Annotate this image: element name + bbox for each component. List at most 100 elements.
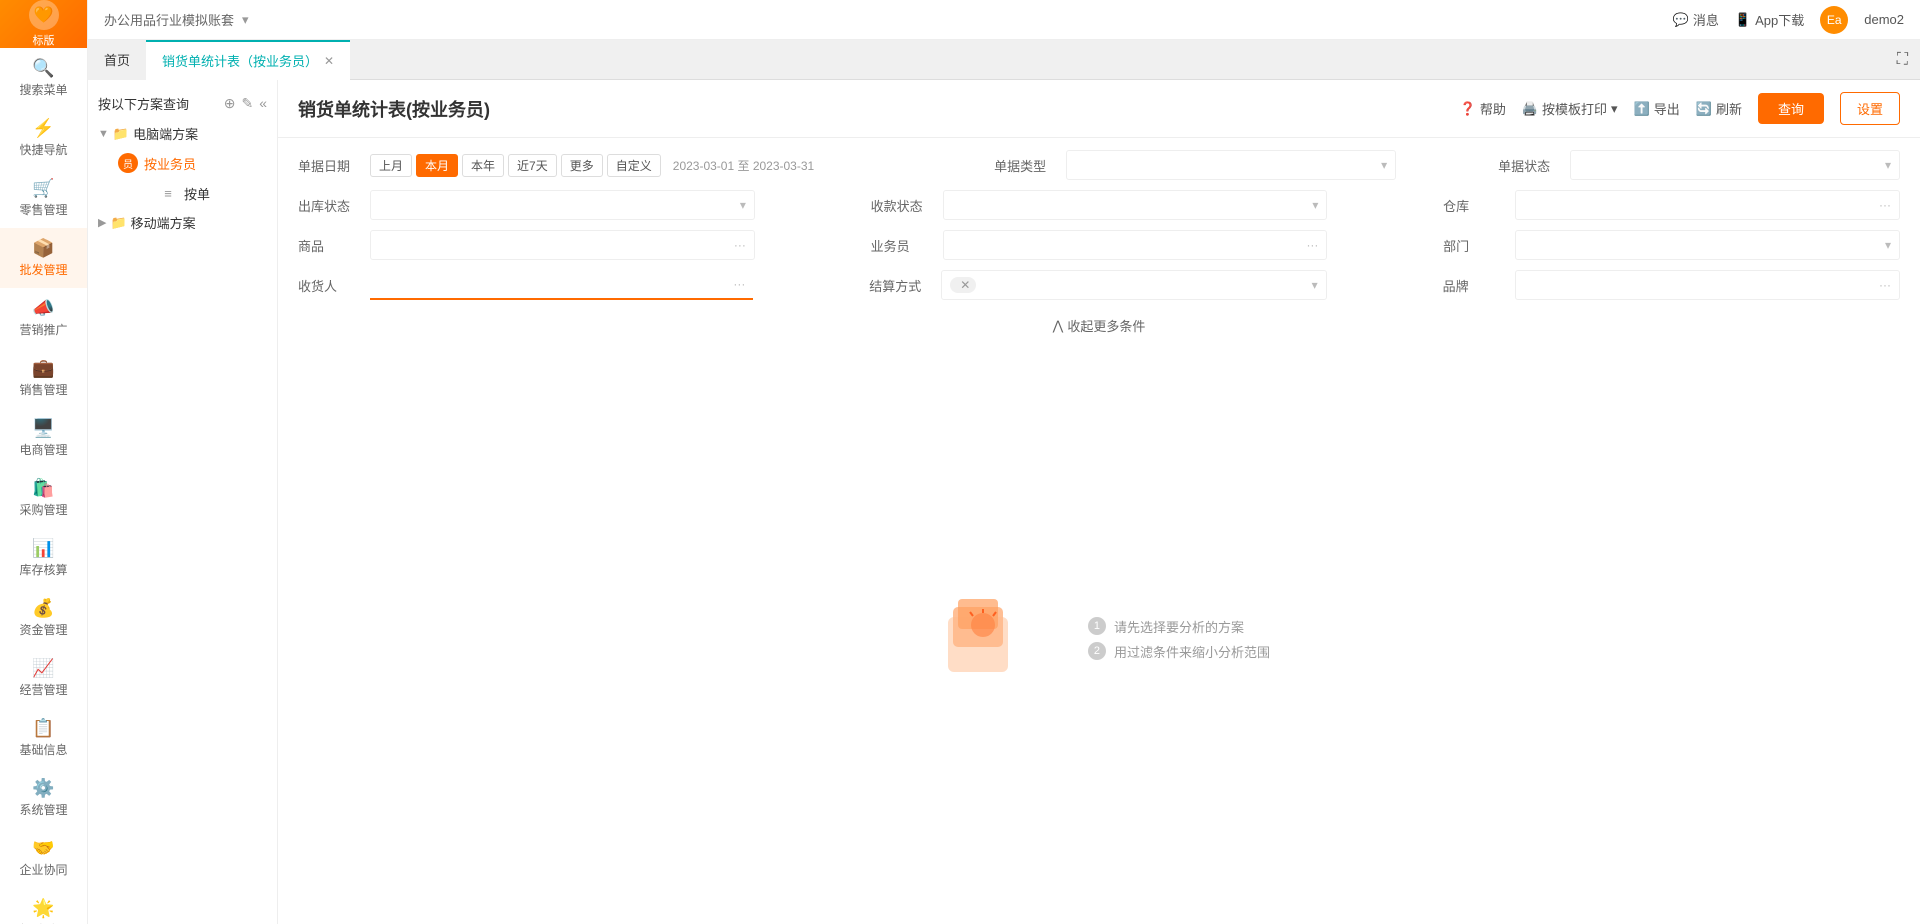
dept-field[interactable]: ▾ bbox=[1515, 230, 1900, 260]
logo-icon: 🧡 bbox=[29, 0, 59, 30]
sidebar-item-label: 经营管理 bbox=[19, 683, 67, 697]
search-icon: 🔍 bbox=[4, 58, 83, 79]
sidebar-item-purchase[interactable]: 🛍️ 采购管理 bbox=[0, 468, 87, 528]
help-button[interactable]: ❓ 帮助 bbox=[1460, 99, 1506, 118]
header-left: 办公用品行业模拟账套 ▾ bbox=[104, 10, 249, 29]
receiver-field[interactable]: ··· bbox=[370, 270, 753, 300]
tab-close-button[interactable]: ✕ bbox=[324, 54, 334, 68]
help-icon: ❓ bbox=[1460, 101, 1476, 117]
empty-hint-1: 1 请先选择要分析的方案 bbox=[1088, 617, 1270, 636]
date-btn-more[interactable]: 更多 bbox=[561, 154, 603, 177]
sidebar-item-wholesale[interactable]: 📦 批发管理 bbox=[0, 228, 87, 288]
stock-status-field[interactable]: ▾ bbox=[370, 190, 755, 220]
tab-sales-stats[interactable]: 销货单统计表（按业务员） ✕ bbox=[146, 40, 350, 80]
tree-item-mobile[interactable]: ▶ 📁 移动端方案 bbox=[88, 208, 277, 237]
tree-item-desktop[interactable]: ▼ 📁 电脑端方案 bbox=[88, 119, 277, 148]
quicknav-icon: ⚡ bbox=[4, 118, 83, 139]
sidebar: 🧡 标版 🔍 搜索菜单 ⚡ 快捷导航 🛒 零售管理 📦 批发管理 📣 营销推广 … bbox=[0, 0, 88, 924]
tab-home[interactable]: 首页 bbox=[88, 40, 146, 80]
date-btn-last-month[interactable]: 上月 bbox=[370, 154, 412, 177]
receiver-label: 收货人 bbox=[298, 276, 358, 295]
payment-field[interactable]: ✕ ▾ bbox=[941, 270, 1326, 300]
sidebar-item-basic[interactable]: 📋 基础信息 bbox=[0, 708, 87, 768]
payment-tag-close[interactable]: ✕ bbox=[960, 278, 970, 292]
operations-icon: 📈 bbox=[4, 658, 83, 679]
date-btn-7days[interactable]: 近7天 bbox=[508, 154, 557, 177]
filter-row-4: 收货人 ··· 结算方式 ✕ ▾ 品牌 bbox=[298, 270, 1900, 300]
sidebar-item-newbie[interactable]: 🌟 新手引导 bbox=[0, 888, 87, 924]
collapse-button[interactable]: ⋀ 收起更多条件 bbox=[298, 310, 1900, 341]
sidebar-item-label: 销售管理 bbox=[19, 383, 67, 397]
sidebar-item-enterprise[interactable]: 🤝 企业协同 bbox=[0, 828, 87, 888]
sidebar-item-finance[interactable]: 💰 资金管理 bbox=[0, 588, 87, 648]
marketing-icon: 📣 bbox=[4, 298, 83, 319]
doc-type-field[interactable]: ▾ bbox=[1066, 150, 1396, 180]
export-button[interactable]: ⬆️ 导出 bbox=[1634, 99, 1680, 118]
sidebar-item-label: 营销推广 bbox=[19, 323, 67, 337]
sidebar-item-quicknav[interactable]: ⚡ 快捷导航 bbox=[0, 108, 87, 168]
sidebar-item-sales[interactable]: 💼 销售管理 bbox=[0, 348, 87, 408]
tab-sales-stats-label: 销货单统计表（按业务员） bbox=[162, 51, 318, 70]
app-logo: 🧡 标版 bbox=[0, 0, 88, 48]
settings-button[interactable]: 设置 bbox=[1840, 92, 1900, 125]
main-area: 办公用品行业模拟账套 ▾ 💬 消息 📱 App下载 Ea demo2 首页 销货… bbox=[88, 0, 1920, 924]
empty-hint-1-text: 请先选择要分析的方案 bbox=[1114, 617, 1244, 636]
warehouse-label: 仓库 bbox=[1443, 196, 1503, 215]
left-panel-header: 按以下方案查询 ⊕ ✎ « bbox=[88, 88, 277, 119]
sidebar-item-label: 系统管理 bbox=[19, 803, 67, 817]
collect-status-label: 收款状态 bbox=[871, 196, 931, 215]
left-panel: 按以下方案查询 ⊕ ✎ « ▼ 📁 电脑端方案 员 按业务员 bbox=[88, 80, 278, 924]
payment-label: 结算方式 bbox=[869, 276, 929, 295]
dropdown-icon[interactable]: ▾ bbox=[242, 12, 249, 28]
refresh-button[interactable]: 🔄 刷新 bbox=[1696, 99, 1742, 118]
sidebar-item-marketing[interactable]: 📣 营销推广 bbox=[0, 288, 87, 348]
app-download-button[interactable]: 📱 App下载 bbox=[1735, 10, 1804, 29]
date-btn-custom[interactable]: 自定义 bbox=[607, 154, 661, 177]
folder-icon-mobile: 📁 bbox=[110, 215, 126, 231]
sidebar-item-search[interactable]: 🔍 搜索菜单 bbox=[0, 48, 87, 108]
sidebar-item-system[interactable]: ⚙️ 系统管理 bbox=[0, 768, 87, 828]
product-label: 商品 bbox=[298, 236, 358, 255]
template-print-button[interactable]: 🖨️ 按模板打印 ▾ bbox=[1522, 99, 1618, 118]
account-name: 办公用品行业模拟账套 bbox=[104, 10, 234, 29]
stock-status-label: 出库状态 bbox=[298, 196, 358, 215]
user-avatar[interactable]: Ea bbox=[1820, 6, 1848, 34]
sidebar-item-inventory[interactable]: 📊 库存核算 bbox=[0, 528, 87, 588]
page-actions: ❓ 帮助 🖨️ 按模板打印 ▾ ⬆️ 导出 🔄 刷新 bbox=[1460, 92, 1900, 137]
edit-scheme-button[interactable]: ✎ bbox=[241, 95, 253, 112]
message-button[interactable]: 💬 消息 bbox=[1673, 10, 1719, 29]
tree-sub-item-salesperson[interactable]: 员 按业务员 bbox=[108, 148, 277, 178]
add-scheme-button[interactable]: ⊕ bbox=[224, 95, 236, 112]
sidebar-item-operations[interactable]: 📈 经营管理 bbox=[0, 648, 87, 708]
doc-type-label: 单据类型 bbox=[994, 156, 1054, 175]
tree-item-mobile-label: 移动端方案 bbox=[131, 213, 196, 232]
product-field[interactable]: ··· bbox=[370, 230, 755, 260]
salesperson-field[interactable]: ··· bbox=[943, 230, 1328, 260]
tab-expand-button[interactable]: ⛶ bbox=[1885, 51, 1920, 69]
sidebar-item-label: 企业协同 bbox=[19, 863, 67, 877]
orange-dot-icon: 员 bbox=[118, 153, 138, 173]
filter-row-3: 商品 ··· 业务员 ··· 部门 ▾ bbox=[298, 230, 1900, 260]
content-area: 按以下方案查询 ⊕ ✎ « ▼ 📁 电脑端方案 员 按业务员 bbox=[88, 80, 1920, 924]
query-button[interactable]: 查询 bbox=[1758, 93, 1824, 124]
collapse-panel-button[interactable]: « bbox=[259, 95, 267, 112]
sidebar-item-retail[interactable]: 🛒 零售管理 bbox=[0, 168, 87, 228]
payment-tag: ✕ bbox=[950, 277, 976, 293]
sidebar-item-label: 采购管理 bbox=[19, 503, 67, 517]
expand-icon: ▼ bbox=[98, 128, 109, 140]
avatar-text: Ea bbox=[1827, 13, 1842, 27]
page-header: 销货单统计表(按业务员) ❓ 帮助 🖨️ 按模板打印 ▾ ⬆️ 导出 bbox=[278, 80, 1920, 138]
collect-status-field[interactable]: ▾ bbox=[943, 190, 1328, 220]
date-btn-this-month[interactable]: 本月 bbox=[416, 154, 458, 177]
print-icon: 🖨️ bbox=[1522, 101, 1538, 117]
filter-area: 单据日期 上月 本月 本年 近7天 更多 自定义 2023-03-01 至 20… bbox=[278, 138, 1920, 353]
doc-status-field[interactable]: ▾ bbox=[1570, 150, 1900, 180]
empty-hint-2: 2 用过滤条件来缩小分析范围 bbox=[1088, 642, 1270, 661]
warehouse-field[interactable]: ··· bbox=[1515, 190, 1900, 220]
tree-sub-item-order[interactable]: ≡ 按单 bbox=[148, 178, 277, 208]
date-range-text: 2023-03-01 至 2023-03-31 bbox=[673, 157, 814, 174]
top-header: 办公用品行业模拟账套 ▾ 💬 消息 📱 App下载 Ea demo2 bbox=[88, 0, 1920, 40]
brand-field[interactable]: ··· bbox=[1515, 270, 1900, 300]
sidebar-item-ecommerce[interactable]: 🖥️ 电商管理 bbox=[0, 408, 87, 468]
date-btn-this-year[interactable]: 本年 bbox=[462, 154, 504, 177]
